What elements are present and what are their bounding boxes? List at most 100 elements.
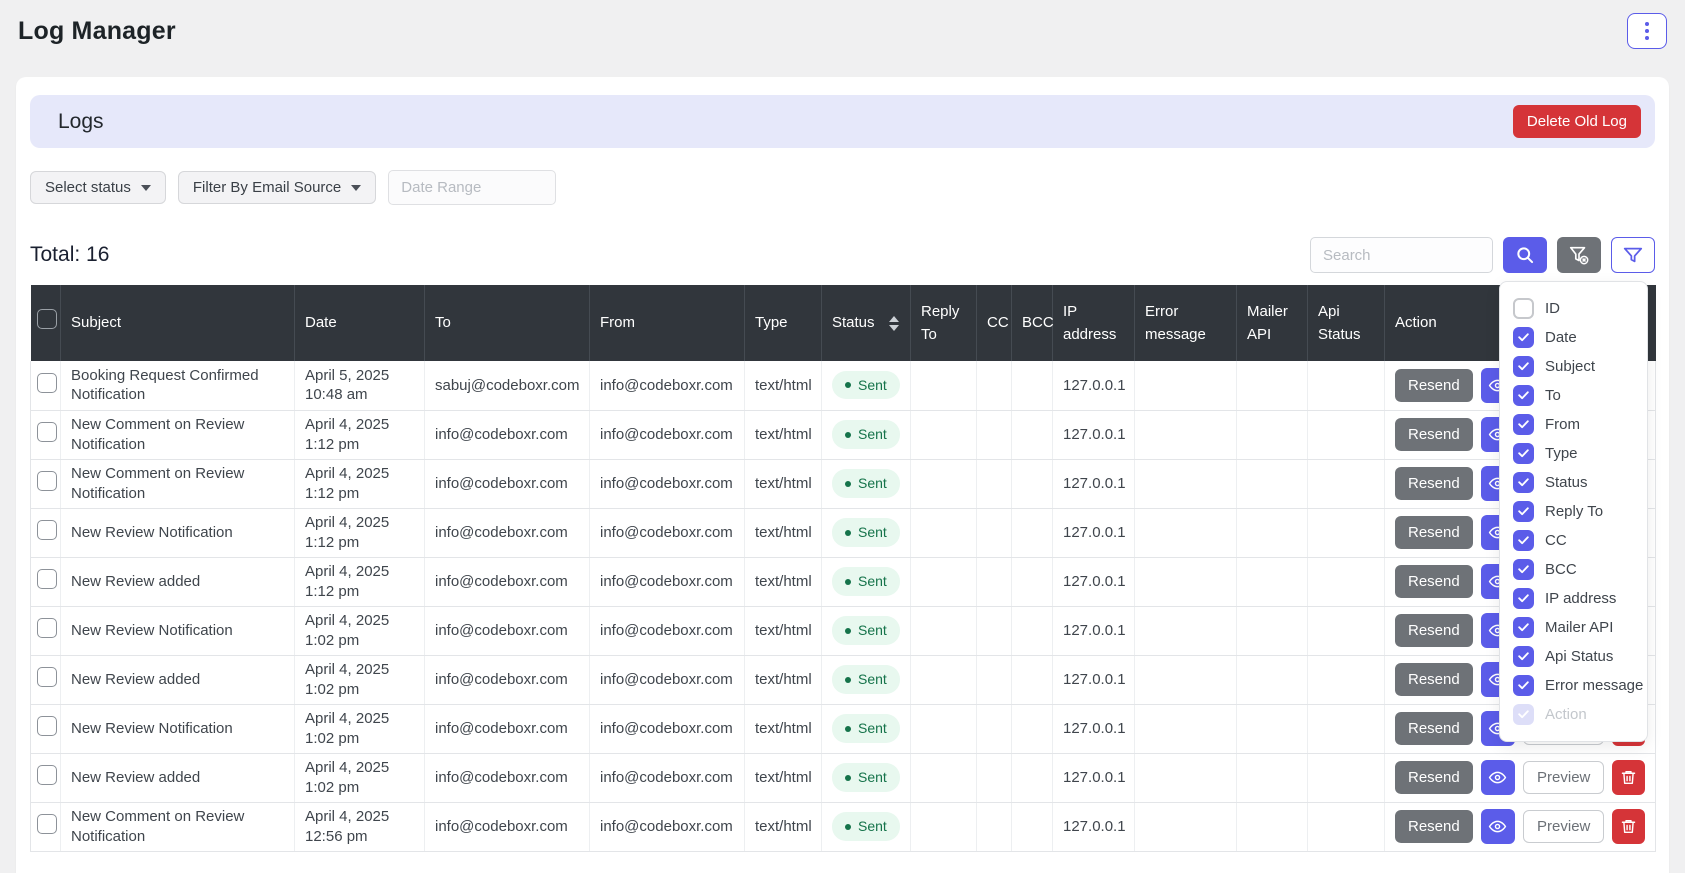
checked-checkbox[interactable] bbox=[1513, 501, 1534, 522]
search-button[interactable] bbox=[1503, 237, 1547, 273]
checked-checkbox[interactable] bbox=[1513, 675, 1534, 696]
cc-cell bbox=[977, 459, 1012, 508]
date-range-input[interactable] bbox=[388, 170, 556, 205]
check-icon bbox=[1517, 360, 1530, 373]
resend-button[interactable]: Resend bbox=[1395, 810, 1473, 843]
row-checkbox[interactable] bbox=[37, 667, 57, 687]
checked-checkbox[interactable] bbox=[1513, 356, 1534, 377]
email-source-filter-dropdown[interactable]: Filter By Email Source bbox=[178, 171, 376, 204]
cc-cell bbox=[977, 753, 1012, 802]
bcc-cell bbox=[1012, 557, 1053, 606]
delete-button[interactable] bbox=[1612, 809, 1645, 844]
resend-button[interactable]: Resend bbox=[1395, 663, 1473, 696]
column-toggle-subject[interactable]: Subject bbox=[1513, 352, 1634, 381]
view-button[interactable] bbox=[1481, 809, 1515, 844]
row-checkbox[interactable] bbox=[37, 618, 57, 638]
checkbox-cell bbox=[31, 802, 61, 851]
api-status-cell bbox=[1308, 361, 1385, 410]
ip-address-cell: 127.0.0.1 bbox=[1053, 753, 1135, 802]
check-icon bbox=[1517, 650, 1530, 663]
column-toggle-ip-address[interactable]: IP address bbox=[1513, 584, 1634, 613]
column-toggle-bcc[interactable]: BCC bbox=[1513, 555, 1634, 584]
column-filter-button[interactable] bbox=[1611, 237, 1655, 273]
column-toggle-type[interactable]: Type bbox=[1513, 439, 1634, 468]
status-filter-dropdown[interactable]: Select status bbox=[30, 171, 166, 204]
resend-button[interactable]: Resend bbox=[1395, 761, 1473, 794]
resend-button[interactable]: Resend bbox=[1395, 712, 1473, 745]
col-header-cc: CC bbox=[977, 285, 1012, 361]
view-button[interactable] bbox=[1481, 760, 1515, 795]
to-cell: info@codeboxr.com bbox=[425, 508, 590, 557]
kebab-menu-button[interactable] bbox=[1627, 13, 1667, 49]
status-cell: Sent bbox=[822, 753, 911, 802]
resend-button[interactable]: Resend bbox=[1395, 467, 1473, 500]
resend-button[interactable]: Resend bbox=[1395, 516, 1473, 549]
column-toggle-mailer-api[interactable]: Mailer API bbox=[1513, 613, 1634, 642]
reply-to-cell bbox=[911, 606, 977, 655]
column-toggle-reply-to[interactable]: Reply To bbox=[1513, 497, 1634, 526]
checked-checkbox[interactable] bbox=[1513, 414, 1534, 435]
subject-cell: New Review added bbox=[61, 655, 295, 704]
preview-button[interactable]: Preview bbox=[1523, 761, 1604, 794]
col-header-label: To bbox=[435, 314, 451, 331]
checked-checkbox[interactable] bbox=[1513, 617, 1534, 638]
row-checkbox[interactable] bbox=[37, 814, 57, 834]
column-toggle-date[interactable]: Date bbox=[1513, 323, 1634, 352]
select-all-checkbox[interactable] bbox=[37, 309, 57, 329]
checked-checkbox[interactable] bbox=[1513, 472, 1534, 493]
checked-checkbox[interactable] bbox=[1513, 588, 1534, 609]
checkbox-cell bbox=[31, 704, 61, 753]
checked-checkbox[interactable] bbox=[1513, 559, 1534, 580]
date-cell: April 4, 2025 1:02 pm bbox=[295, 753, 425, 802]
trash-icon bbox=[1620, 818, 1637, 835]
resend-button[interactable]: Resend bbox=[1395, 614, 1473, 647]
row-checkbox[interactable] bbox=[37, 373, 57, 393]
checked-checkbox[interactable] bbox=[1513, 443, 1534, 464]
checked-checkbox[interactable] bbox=[1513, 385, 1534, 406]
status-cell: Sent bbox=[822, 508, 911, 557]
clear-filter-button[interactable] bbox=[1557, 237, 1601, 273]
to-cell: info@codeboxr.com bbox=[425, 606, 590, 655]
checkbox-cell bbox=[31, 557, 61, 606]
column-toggle-cc[interactable]: CC bbox=[1513, 526, 1634, 555]
to-cell: info@codeboxr.com bbox=[425, 410, 590, 459]
reply-to-cell bbox=[911, 459, 977, 508]
mailer-api-cell bbox=[1237, 508, 1308, 557]
row-checkbox[interactable] bbox=[37, 471, 57, 491]
preview-button[interactable]: Preview bbox=[1523, 810, 1604, 843]
bcc-cell bbox=[1012, 753, 1053, 802]
unchecked-checkbox[interactable] bbox=[1513, 298, 1534, 319]
row-checkbox[interactable] bbox=[37, 765, 57, 785]
check-icon bbox=[1517, 505, 1530, 518]
row-checkbox[interactable] bbox=[37, 569, 57, 589]
cc-cell bbox=[977, 802, 1012, 851]
row-checkbox[interactable] bbox=[37, 520, 57, 540]
column-toggle-to[interactable]: To bbox=[1513, 381, 1634, 410]
checked-checkbox[interactable] bbox=[1513, 327, 1534, 348]
sort-icon[interactable] bbox=[889, 316, 899, 331]
column-toggle-from[interactable]: From bbox=[1513, 410, 1634, 439]
resend-button[interactable]: Resend bbox=[1395, 565, 1473, 598]
subject-cell: New Review added bbox=[61, 557, 295, 606]
to-cell: info@codeboxr.com bbox=[425, 459, 590, 508]
delete-button[interactable] bbox=[1612, 760, 1645, 795]
col-header-label: BCC bbox=[1022, 314, 1054, 331]
eye-icon bbox=[1488, 768, 1507, 787]
column-toggle-api-status[interactable]: Api Status bbox=[1513, 642, 1634, 671]
delete-old-log-button[interactable]: Delete Old Log bbox=[1513, 105, 1641, 138]
checked-checkbox[interactable] bbox=[1513, 530, 1534, 551]
column-toggle-status[interactable]: Status bbox=[1513, 468, 1634, 497]
reply-to-cell bbox=[911, 802, 977, 851]
resend-button[interactable]: Resend bbox=[1395, 369, 1473, 402]
row-checkbox[interactable] bbox=[37, 422, 57, 442]
row-checkbox[interactable] bbox=[37, 716, 57, 736]
check-icon bbox=[1517, 592, 1530, 605]
column-toggle-id[interactable]: ID bbox=[1513, 294, 1634, 323]
checked-checkbox[interactable] bbox=[1513, 646, 1534, 667]
column-toggle-error-message[interactable]: Error message bbox=[1513, 671, 1634, 700]
search-input[interactable] bbox=[1310, 237, 1493, 273]
resend-button[interactable]: Resend bbox=[1395, 418, 1473, 451]
col-header-status[interactable]: Status bbox=[822, 285, 911, 361]
email-source-filter-label: Filter By Email Source bbox=[193, 179, 341, 196]
status-badge: Sent bbox=[832, 518, 900, 546]
